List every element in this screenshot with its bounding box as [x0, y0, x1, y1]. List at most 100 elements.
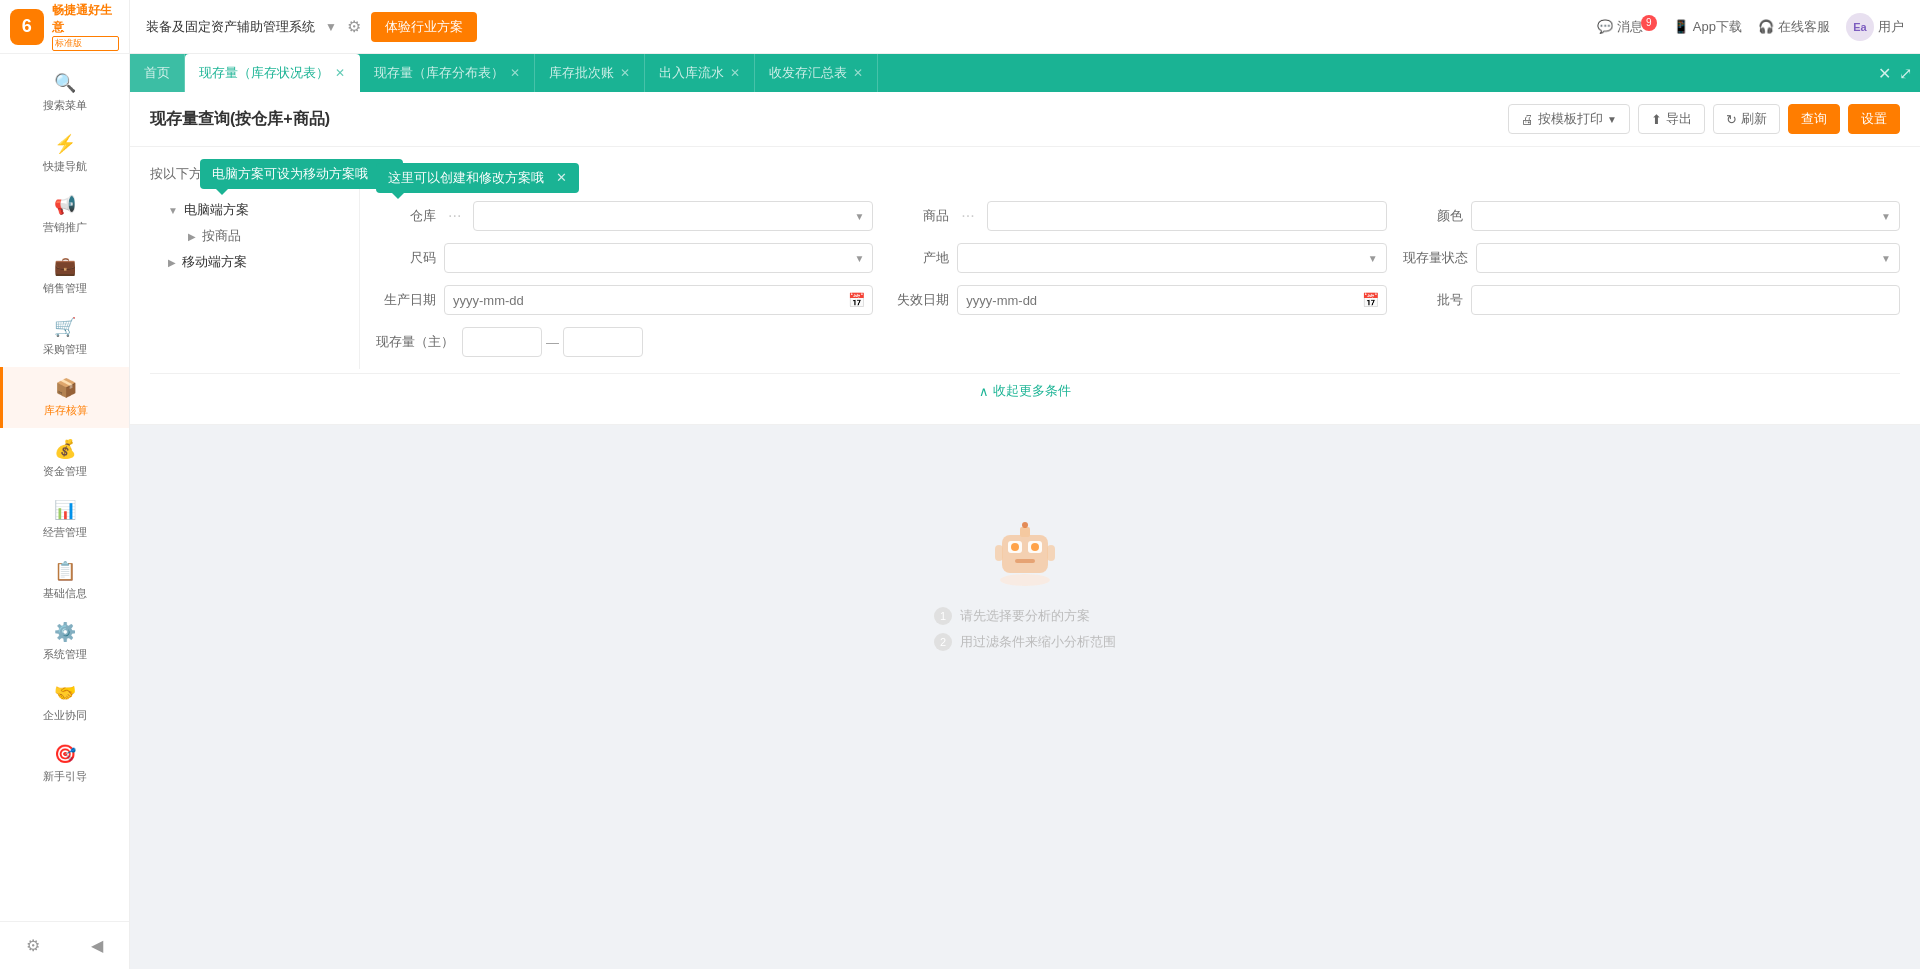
size-chevron: ▼ [854, 253, 864, 264]
user-label: 用户 [1878, 18, 1904, 36]
goods-input[interactable] [987, 201, 1387, 231]
basic-label: 基础信息 [43, 586, 87, 601]
settings-bottom-icon[interactable]: ⚙ [22, 932, 44, 959]
collapse-sidebar-icon[interactable]: ◀ [87, 932, 107, 959]
size-select[interactable]: ▼ [444, 243, 873, 273]
tooltip2-close[interactable]: ✕ [556, 170, 567, 185]
tab-in-out-flow[interactable]: 出入库流水✕ [645, 54, 755, 92]
sidebar-item-search[interactable]: 🔍 搜索菜单 [0, 62, 129, 123]
sidebar-item-sales[interactable]: 💼 销售管理 [0, 245, 129, 306]
tab-close-batch-account[interactable]: ✕ [620, 66, 630, 80]
notify-badge: 9 [1641, 15, 1657, 31]
tab-label-home: 首页 [144, 64, 170, 82]
scheme-label-mobile: 移动端方案 [182, 253, 247, 271]
filter-field-origin: 产地 ▼ [889, 243, 1386, 273]
filter-row-2: 尺码 ▼ 产地 ▼ [376, 243, 1900, 273]
tab-batch-account[interactable]: 库存批次账✕ [535, 54, 645, 92]
settings-btn[interactable]: 设置 [1848, 104, 1900, 134]
header-title: 装备及固定资产辅助管理系统 [146, 18, 315, 36]
tab-home[interactable]: 首页 [130, 54, 185, 92]
scheme-item-mobile[interactable]: ▶ 移动端方案 [160, 249, 347, 275]
tab-close-receive-summary[interactable]: ✕ [853, 66, 863, 80]
filter-field-goods: 商品 ··· [889, 201, 1386, 231]
stock-status-select[interactable]: ▼ [1476, 243, 1900, 273]
prod-date-calendar-icon[interactable]: 📅 [848, 292, 865, 308]
sidebar-item-enterprise[interactable]: 🤝 企业协同 [0, 672, 129, 733]
tab-close-in-out-flow[interactable]: ✕ [730, 66, 740, 80]
support-icon: 🎧 [1758, 19, 1774, 34]
sidebar-item-basic[interactable]: 📋 基础信息 [0, 550, 129, 611]
tab-label-inventory-status: 现存量（库存状况表） [199, 64, 329, 82]
search-btn[interactable]: 查询 [1788, 104, 1840, 134]
filter-field-batch-no: 批号 [1403, 285, 1900, 315]
stock-main-to[interactable] [563, 327, 643, 357]
header-notify[interactable]: 💬 消息 9 [1597, 18, 1657, 36]
marketing-icon: 📢 [54, 194, 76, 216]
exp-date-input[interactable] [957, 285, 1386, 315]
tab-close-inventory-status[interactable]: ✕ [335, 66, 345, 80]
origin-chevron: ▼ [1368, 253, 1378, 264]
sidebar-item-system[interactable]: ⚙️ 系统管理 [0, 611, 129, 672]
export-btn[interactable]: ⬆ 导出 [1638, 104, 1705, 134]
header-support[interactable]: 🎧 在线客服 [1758, 18, 1830, 36]
batch-no-label: 批号 [1403, 291, 1463, 309]
filter-field-stock-status: 现存量状态 ▼ [1403, 243, 1900, 273]
app-label: App下载 [1693, 18, 1742, 36]
quick-icon: ⚡ [54, 133, 76, 155]
sidebar-item-purchase[interactable]: 🛒 采购管理 [0, 306, 129, 367]
tab-receive-summary[interactable]: 收发存汇总表✕ [755, 54, 878, 92]
scheme-arrow-mobile: ▶ [168, 257, 176, 268]
scheme-item-desktop[interactable]: ▼ 电脑端方案 [160, 197, 347, 223]
sidebar-item-marketing[interactable]: 📢 营销推广 [0, 184, 129, 245]
goods-dots[interactable]: ··· [957, 207, 978, 225]
warehouse-select[interactable]: ▼ [473, 201, 873, 231]
prod-date-input[interactable] [444, 285, 873, 315]
print-dropdown-chevron: ▼ [1607, 114, 1617, 125]
desktop-scheme-wrap: ▼ 电脑端方案 电脑方案可设为移动方案哦 ✕ [160, 197, 347, 223]
refresh-btn[interactable]: ↻ 刷新 [1713, 104, 1780, 134]
collapse-btn-inner[interactable]: ∧ 收起更多条件 [979, 382, 1071, 400]
collapse-btn: ∧ 收起更多条件 [150, 373, 1900, 408]
tab-close-inventory-dist[interactable]: ✕ [510, 66, 520, 80]
user-avatar: Ea [1846, 13, 1874, 41]
tooltip2-wrap: 这里可以创建和修改方案哦 ✕ [376, 163, 579, 193]
scheme-list: ▼ 电脑端方案 电脑方案可设为移动方案哦 ✕ [150, 197, 347, 275]
sidebar-item-guide[interactable]: 🎯 新手引导 [0, 733, 129, 794]
header-settings-icon[interactable]: ⚙ [347, 17, 361, 36]
main-content: 现存量查询(按仓库+商品) 🖨 按模板打印 ▼ ⬆ 导出 ↻ 刷新 查询 设置 [130, 92, 1920, 969]
system-icon: ⚙️ [54, 621, 76, 643]
svg-rect-9 [995, 545, 1003, 561]
prod-date-input-wrap: 📅 [444, 285, 873, 315]
header-app-download[interactable]: 📱 App下载 [1673, 18, 1742, 36]
notify-label: 消息 [1617, 18, 1643, 36]
sidebar-item-finance[interactable]: 💰 资金管理 [0, 428, 129, 489]
batch-no-input[interactable] [1471, 285, 1900, 315]
tab-expand-icon[interactable]: ⤢ [1899, 64, 1912, 83]
print-btn[interactable]: 🖨 按模板打印 ▼ [1508, 104, 1630, 134]
sidebar-item-operations[interactable]: 📊 经营管理 [0, 489, 129, 550]
warehouse-label: 仓库 [376, 207, 436, 225]
sidebar-item-quick[interactable]: ⚡ 快捷导航 [0, 123, 129, 184]
sidebar-item-inventory[interactable]: 📦 库存核算 [0, 367, 129, 428]
svg-rect-1 [1002, 535, 1048, 573]
scheme-label-desktop: 电脑端方案 [184, 201, 249, 219]
stock-status-chevron: ▼ [1881, 253, 1891, 264]
header-left: 装备及固定资产辅助管理系统 ▼ ⚙ 体验行业方案 [146, 12, 477, 42]
export-icon: ⬆ [1651, 112, 1662, 127]
header: 装备及固定资产辅助管理系统 ▼ ⚙ 体验行业方案 💬 消息 9 📱 App下载 … [130, 0, 1920, 54]
tab-close-all-icon[interactable]: ✕ [1878, 64, 1891, 83]
warehouse-dots[interactable]: ··· [444, 207, 465, 225]
tab-inventory-status[interactable]: 现存量（库存状况表） ✕ [185, 54, 360, 92]
header-title-dropdown[interactable]: ▼ [325, 20, 337, 34]
scheme-sub-item-goods[interactable]: ▶ 按商品 [180, 223, 347, 249]
guide-icon: 🎯 [54, 743, 76, 765]
header-user[interactable]: Ea 用户 [1846, 13, 1904, 41]
color-select[interactable]: ▼ [1471, 201, 1900, 231]
scheme-arrow-desktop: ▼ [168, 205, 178, 216]
stock-main-from[interactable] [462, 327, 542, 357]
industry-btn[interactable]: 体验行业方案 [371, 12, 477, 42]
exp-date-calendar-icon[interactable]: 📅 [1362, 292, 1379, 308]
origin-select[interactable]: ▼ [957, 243, 1386, 273]
tab-inventory-dist[interactable]: 现存量（库存分布表）✕ [360, 54, 535, 92]
operations-icon: 📊 [54, 499, 76, 521]
